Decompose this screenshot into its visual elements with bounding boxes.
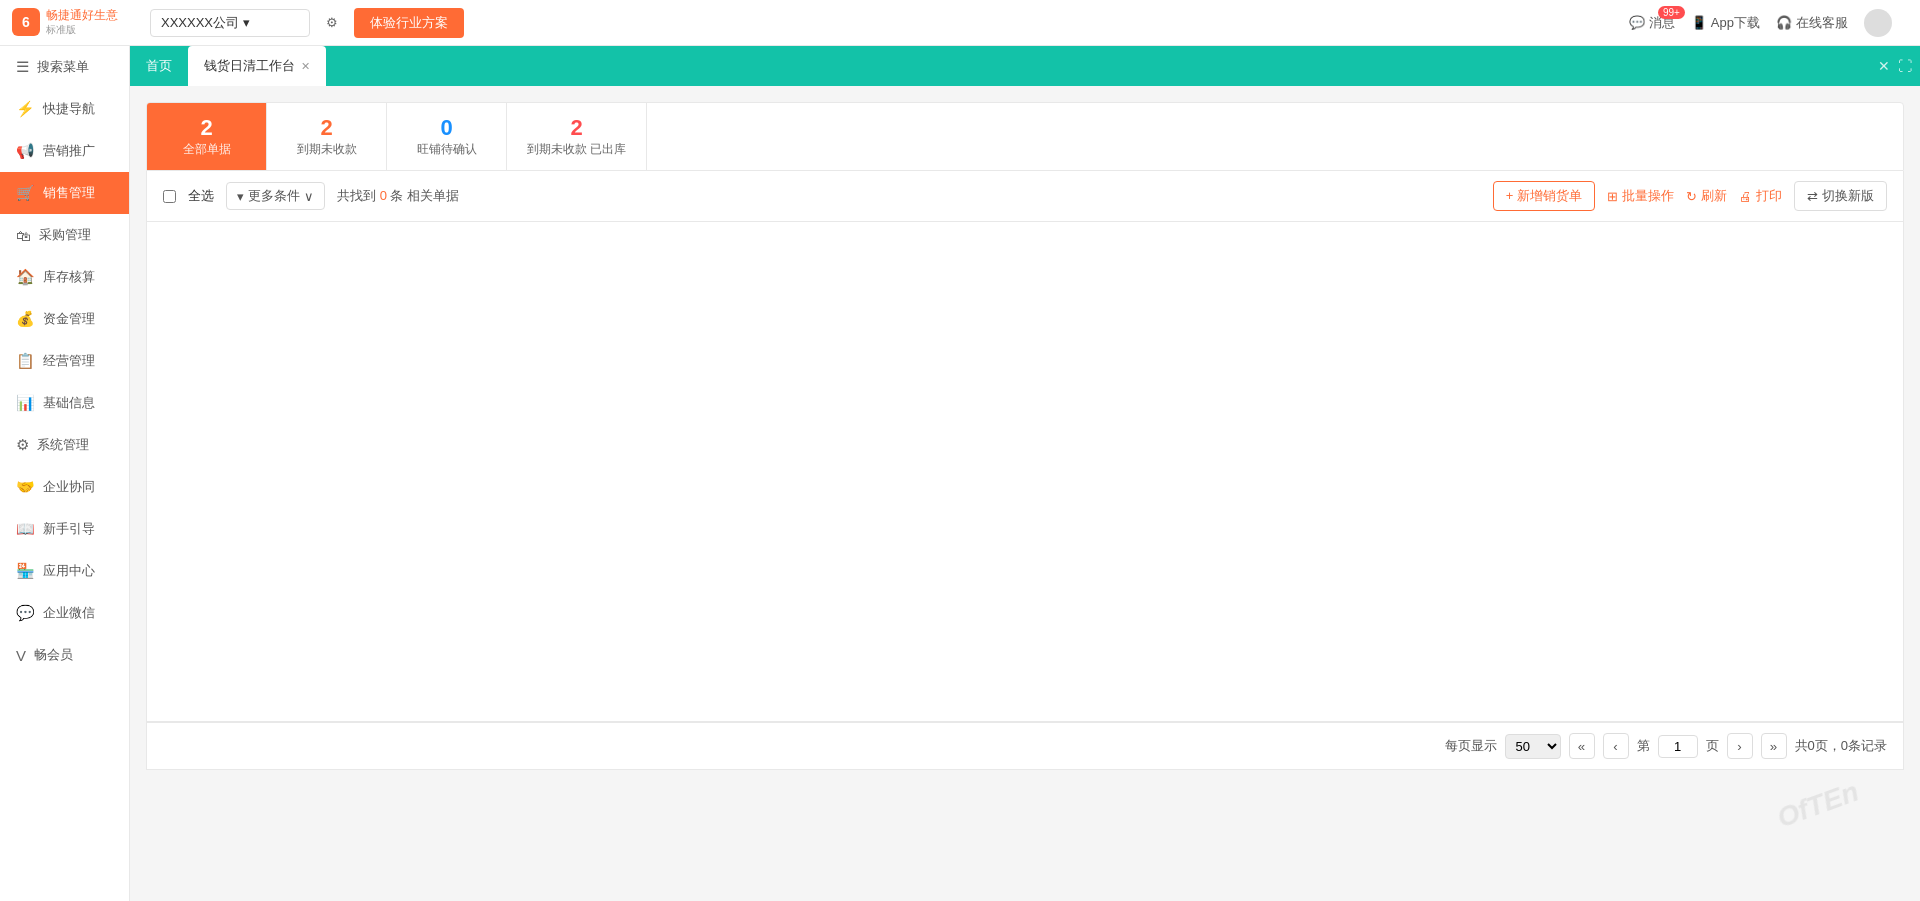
refresh-icon: ↻ xyxy=(1686,189,1697,204)
sidebar-item-basic-info[interactable]: 📊 基础信息 xyxy=(0,382,129,424)
inventory-icon: 🏠 xyxy=(16,268,35,286)
filter-button[interactable]: ▾ 更多条件 ∨ xyxy=(226,182,325,210)
message-icon: 💬 xyxy=(1629,15,1645,30)
sidebar-item-search[interactable]: ☰ 搜索菜单 xyxy=(0,46,129,88)
tab-bar-actions: ✕ ⛶ xyxy=(1878,58,1920,74)
stats-tabs: 2 全部单据 2 到期未收款 0 旺铺待确认 2 到期未收款 已出库 xyxy=(146,102,1904,171)
stats-tab-overdue[interactable]: 2 到期未收款 xyxy=(267,103,387,170)
found-text: 共找到 0 条 相关单据 xyxy=(337,187,459,205)
sidebar: ☰ 搜索菜单 ⚡ 快捷导航 📢 营销推广 🛒 销售管理 🛍 采购管理 🏠 库存核… xyxy=(0,46,130,901)
sidebar-item-inventory[interactable]: 🏠 库存核算 xyxy=(0,256,129,298)
operations-icon: 📋 xyxy=(16,352,35,370)
page-suffix: 页 xyxy=(1706,737,1719,755)
filter-icon: ▾ xyxy=(237,189,244,204)
sidebar-item-marketing[interactable]: 📢 营销推广 xyxy=(0,130,129,172)
per-page-select[interactable]: 50 100 200 xyxy=(1505,734,1561,759)
main-content: 2 全部单据 2 到期未收款 0 旺铺待确认 2 到期未收款 已出库 全选 ▾ … xyxy=(130,86,1920,901)
tab-close-icon[interactable]: ✕ xyxy=(301,60,310,73)
sidebar-item-quick-nav[interactable]: ⚡ 快捷导航 xyxy=(0,88,129,130)
wechat-icon: 💬 xyxy=(16,604,35,622)
prev-page-button[interactable]: ‹ xyxy=(1603,733,1629,759)
toolbar: 全选 ▾ 更多条件 ∨ 共找到 0 条 相关单据 + 新增销货单 ⊞ 批量操作 … xyxy=(146,171,1904,222)
first-page-button[interactable]: « xyxy=(1569,733,1595,759)
sidebar-item-enterprise[interactable]: 🤝 企业协同 xyxy=(0,466,129,508)
basic-info-icon: 📊 xyxy=(16,394,35,412)
member-icon: V xyxy=(16,647,26,664)
maximize-icon[interactable]: ⛶ xyxy=(1898,58,1912,74)
tab-work-bench[interactable]: 钱货日清工作台 ✕ xyxy=(188,46,326,86)
logo-text: 畅捷通好生意 标准版 xyxy=(46,8,118,36)
trial-button[interactable]: 体验行业方案 xyxy=(354,8,464,38)
sales-icon: 🛒 xyxy=(16,184,35,202)
search-menu-icon: ☰ xyxy=(16,58,29,76)
quick-nav-icon: ⚡ xyxy=(16,100,35,118)
select-all-checkbox[interactable] xyxy=(163,190,176,203)
tab-home[interactable]: 首页 xyxy=(130,46,188,86)
online-service-button[interactable]: 🎧 在线客服 xyxy=(1776,14,1848,32)
next-page-button[interactable]: › xyxy=(1727,733,1753,759)
stats-tab-all[interactable]: 2 全部单据 xyxy=(147,103,267,170)
chevron-down-icon: ▾ xyxy=(243,15,250,30)
top-header: 6 畅捷通好生意 标准版 XXXXXX公司 ▾ ⚙ 体验行业方案 💬 消息 99… xyxy=(0,0,1920,46)
last-page-button[interactable]: » xyxy=(1761,733,1787,759)
system-icon: ⚙ xyxy=(16,436,29,454)
per-page-label: 每页显示 xyxy=(1445,737,1497,755)
guide-icon: 📖 xyxy=(16,520,35,538)
purchase-icon: 🛍 xyxy=(16,227,31,244)
company-selector[interactable]: XXXXXX公司 ▾ xyxy=(150,9,310,37)
refresh-button[interactable]: ↻ 刷新 xyxy=(1686,187,1727,205)
sidebar-item-member[interactable]: V 畅会员 xyxy=(0,634,129,676)
new-sales-order-button[interactable]: + 新增销货单 xyxy=(1493,181,1595,211)
sidebar-item-app-center[interactable]: 🏪 应用中心 xyxy=(0,550,129,592)
messages-button[interactable]: 💬 消息 99+ xyxy=(1629,14,1675,32)
sidebar-item-wechat[interactable]: 💬 企业微信 xyxy=(0,592,129,634)
sidebar-item-operations[interactable]: 📋 经营管理 xyxy=(0,340,129,382)
stats-tab-wangpu[interactable]: 0 旺铺待确认 xyxy=(387,103,507,170)
sidebar-item-system[interactable]: ⚙ 系统管理 xyxy=(0,424,129,466)
batch-operation-button[interactable]: ⊞ 批量操作 xyxy=(1607,187,1674,205)
select-all-label: 全选 xyxy=(188,187,214,205)
batch-icon: ⊞ xyxy=(1607,189,1618,204)
settings-icon[interactable]: ⚙ xyxy=(318,9,346,37)
sidebar-item-finance[interactable]: 💰 资金管理 xyxy=(0,298,129,340)
sidebar-item-sales[interactable]: 🛒 销售管理 xyxy=(0,172,129,214)
switch-version-button[interactable]: ⇄ 切换新版 xyxy=(1794,181,1887,211)
finance-icon: 💰 xyxy=(16,310,35,328)
toolbar-right: + 新增销货单 ⊞ 批量操作 ↻ 刷新 🖨 打印 ⇄ 切换新版 xyxy=(1493,181,1887,211)
header-right: 💬 消息 99+ 📱 App下载 🎧 在线客服 xyxy=(1629,9,1908,37)
print-button[interactable]: 🖨 打印 xyxy=(1739,187,1782,205)
app-download-button[interactable]: 📱 App下载 xyxy=(1691,14,1760,32)
stats-tab-shipped[interactable]: 2 到期未收款 已出库 xyxy=(507,103,647,170)
switch-icon: ⇄ xyxy=(1807,189,1818,204)
current-page-input[interactable] xyxy=(1658,735,1698,758)
sidebar-item-purchase[interactable]: 🛍 采购管理 xyxy=(0,214,129,256)
headset-icon: 🎧 xyxy=(1776,15,1792,30)
total-label: 共0页，0条记录 xyxy=(1795,737,1887,755)
app-center-icon: 🏪 xyxy=(16,562,35,580)
logo-icon: 6 xyxy=(12,8,40,36)
enterprise-icon: 🤝 xyxy=(16,478,35,496)
minimize-icon[interactable]: ✕ xyxy=(1878,58,1890,74)
sidebar-item-guide[interactable]: 📖 新手引导 xyxy=(0,508,129,550)
table-area xyxy=(146,222,1904,722)
download-icon: 📱 xyxy=(1691,15,1707,30)
print-icon: 🖨 xyxy=(1739,189,1752,204)
marketing-icon: 📢 xyxy=(16,142,35,160)
avatar[interactable] xyxy=(1864,9,1892,37)
tab-bar: 首页 钱货日清工作台 ✕ ✕ ⛶ xyxy=(130,46,1920,86)
pagination: 每页显示 50 100 200 « ‹ 第 页 › » 共0页，0条记录 xyxy=(146,722,1904,770)
chevron-down-icon: ∨ xyxy=(304,189,314,204)
page-label: 第 xyxy=(1637,737,1650,755)
logo-area: 6 畅捷通好生意 标准版 xyxy=(12,8,142,36)
